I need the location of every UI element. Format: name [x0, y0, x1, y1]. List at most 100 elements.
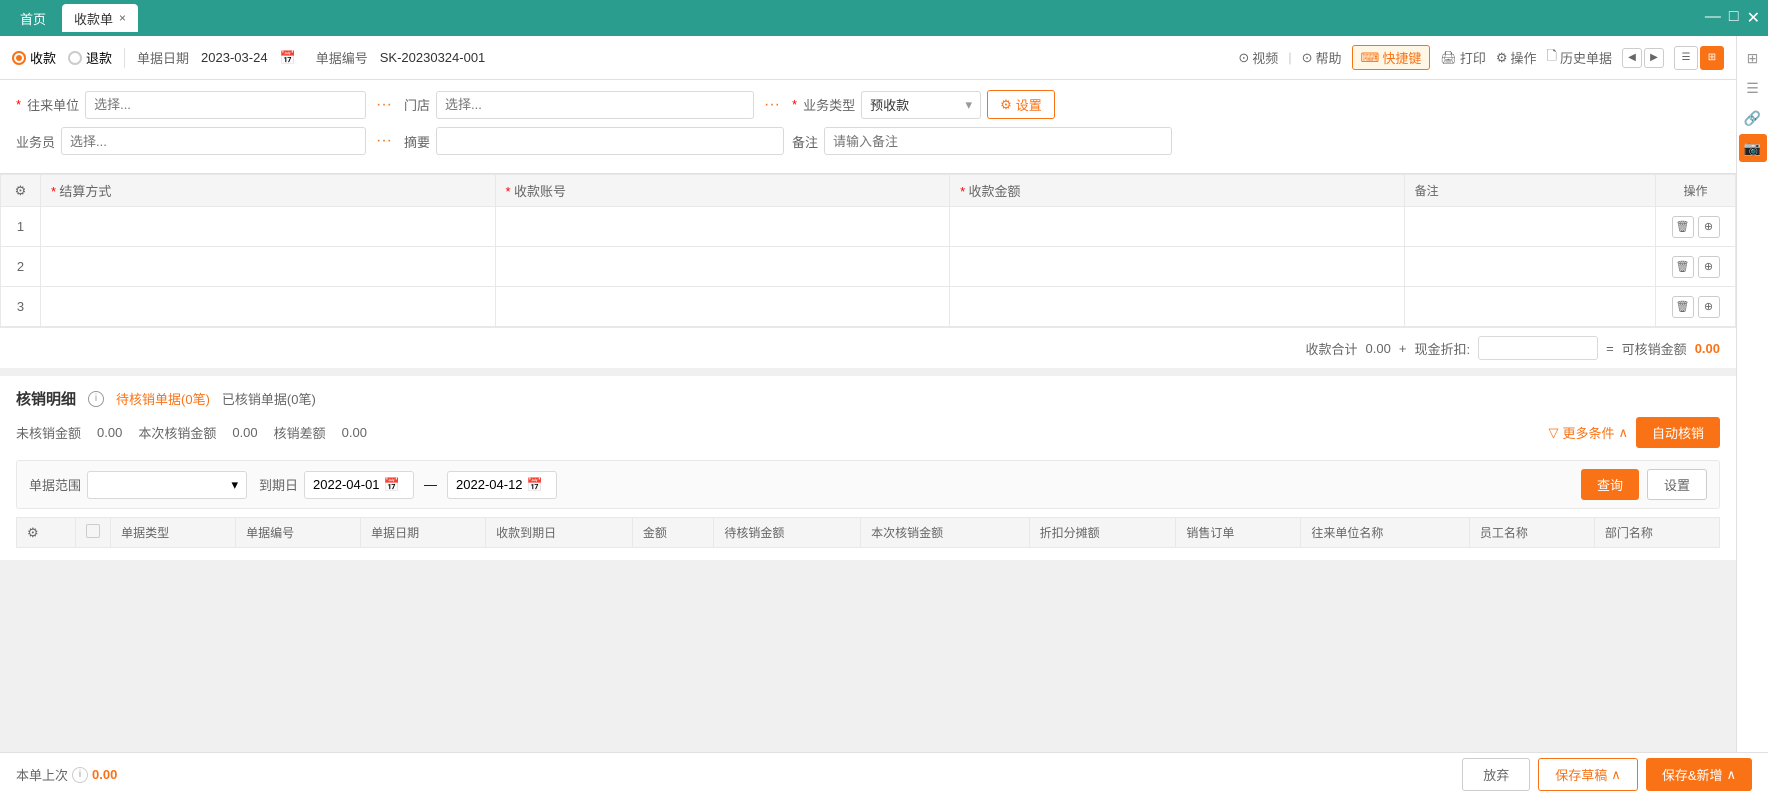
pending-tab[interactable]: 待核销单据(0笔) [116, 389, 210, 408]
footer-info-icon[interactable]: i [72, 767, 88, 783]
remark-input[interactable] [824, 127, 1172, 155]
sidebar-table-icon[interactable]: ⊞ [1739, 44, 1767, 72]
copy-row-3-btn[interactable]: ⊕ [1698, 296, 1720, 318]
sidebar-link-icon[interactable]: 🔗 [1739, 104, 1767, 132]
account-cell-2[interactable] [495, 247, 950, 287]
layout-list-btn[interactable]: ☰ [1674, 46, 1698, 70]
query-btn[interactable]: 查询 [1581, 469, 1639, 500]
staff-input-field[interactable] [70, 134, 357, 149]
receipt-radio-dot [12, 51, 26, 65]
delete-row-1-btn[interactable]: 🗑 [1672, 216, 1694, 238]
date-from-input[interactable]: 2022-04-01 📅 [304, 471, 414, 499]
verify-info-icon[interactable]: i [88, 391, 104, 407]
verify-table-header: ⚙ 单据类型 单据编号 单据日期 收款到期日 金额 待核销金额 本次核销金额 折… [17, 518, 1720, 548]
summary-input-field[interactable] [445, 134, 775, 149]
shop-input-field[interactable] [445, 97, 745, 112]
partner-more-btn[interactable]: ··· [372, 96, 396, 114]
staff-input[interactable] [61, 127, 366, 155]
copy-row-2-btn[interactable]: ⊕ [1698, 256, 1720, 278]
date-to-calendar-icon[interactable]: 📅 [527, 477, 543, 493]
next-arrow[interactable]: ▶ [1644, 48, 1664, 68]
video-btn[interactable]: ⊙ 视频 [1238, 48, 1278, 67]
delete-row-3-btn[interactable]: 🗑 [1672, 296, 1694, 318]
copy-row-1-btn[interactable]: ⊕ [1698, 216, 1720, 238]
op-cell-1: 🗑 ⊕ [1656, 207, 1736, 247]
due-date-header: 收款到期日 [486, 518, 633, 548]
partner-name-header: 往来单位名称 [1301, 518, 1469, 548]
date-to-input[interactable]: 2022-04-12 📅 [447, 471, 557, 499]
receipt-radio[interactable]: 收款 [12, 48, 56, 67]
remark-cell-1[interactable] [1404, 207, 1655, 247]
business-type-required: * [792, 97, 797, 112]
verify-stats-right: ▽ 更多条件 ∧ 自动核销 [1548, 417, 1720, 448]
print-btn[interactable]: 🖨 打印 [1440, 48, 1486, 67]
table-gear-icon[interactable]: ⚙ [15, 183, 27, 198]
select-all-checkbox[interactable] [86, 524, 100, 538]
doc-date-header: 单据日期 [361, 518, 486, 548]
shortcut-btn[interactable]: ⌨ 快捷键 [1352, 45, 1431, 70]
account-cell-3[interactable] [495, 287, 950, 327]
partner-input-field[interactable] [94, 97, 357, 112]
remark-cell-3[interactable] [1404, 287, 1655, 327]
filter-settings-btn[interactable]: 设置 [1647, 469, 1707, 500]
receipt-label: 收款 [30, 48, 56, 67]
prev-arrow[interactable]: ◀ [1622, 48, 1642, 68]
business-type-select[interactable]: 预收款 ▾ [861, 91, 981, 119]
maximize-icon[interactable]: □ [1729, 8, 1739, 28]
draft-btn[interactable]: 保存草稿 ∧ [1538, 758, 1638, 791]
settlement-cell-3[interactable] [41, 287, 496, 327]
amount-cell-3[interactable] [950, 287, 1405, 327]
more-conditions-btn[interactable]: ▽ 更多条件 ∧ [1548, 423, 1628, 442]
layout-btns: ☰ ⊞ [1674, 46, 1724, 70]
receipt-refund-toggle: 收款 退款 [12, 48, 112, 67]
settlement-cell-1[interactable] [41, 207, 496, 247]
tab-home-label: 首页 [20, 9, 46, 28]
filter-right: 查询 设置 [1581, 469, 1707, 500]
layout-grid-btn[interactable]: ⊞ [1700, 46, 1724, 70]
shop-more-btn[interactable]: ··· [760, 96, 784, 114]
partner-input[interactable] [85, 91, 366, 119]
amount-cell-2[interactable] [950, 247, 1405, 287]
account-cell-1[interactable] [495, 207, 950, 247]
tab-close-icon[interactable]: × [119, 11, 126, 25]
print-icon: 🖨 [1440, 50, 1457, 66]
history-btn[interactable]: 🗋 历史单据 [1547, 47, 1612, 69]
summary-input[interactable] [436, 127, 784, 155]
summary-label: 摘要 [404, 132, 430, 151]
range-select[interactable]: ▾ [87, 471, 247, 499]
close-icon[interactable]: ✕ [1747, 8, 1760, 28]
save-new-btn[interactable]: 保存&新增 ∧ [1646, 758, 1752, 791]
staff-more-btn[interactable]: ··· [372, 132, 396, 150]
settings-btn[interactable]: ⚙ 设置 [987, 90, 1055, 119]
discount-input[interactable] [1478, 336, 1598, 360]
minimize-icon[interactable]: — [1705, 8, 1721, 28]
tab-home[interactable]: 首页 [8, 4, 58, 32]
amount-cell-1[interactable] [950, 207, 1405, 247]
settlement-cell-2[interactable] [41, 247, 496, 287]
filter-row: 单据范围 ▾ 到期日 2022-04-01 📅 — 2022-04-12 📅 [16, 460, 1720, 509]
operation-header: 操作 [1656, 175, 1736, 207]
discard-btn[interactable]: 放弃 [1462, 758, 1530, 791]
sidebar-camera-icon[interactable]: 📷 [1739, 134, 1767, 162]
tab-receipt[interactable]: 收款单 × [62, 4, 138, 32]
summary-field: 摘要 [404, 127, 784, 155]
shop-input[interactable] [436, 91, 754, 119]
calendar-icon[interactable]: 📅 [280, 50, 296, 66]
sidebar-list-icon[interactable]: ☰ [1739, 74, 1767, 102]
remark-cell-2[interactable] [1404, 247, 1655, 287]
current-verify-header: 本次核销金额 [861, 518, 1029, 548]
delete-row-2-btn[interactable]: 🗑 [1672, 256, 1694, 278]
operate-btn[interactable]: ⚙ 操作 [1496, 48, 1537, 67]
help-btn[interactable]: ⊙ 帮助 [1302, 48, 1342, 67]
refund-radio[interactable]: 退款 [68, 48, 112, 67]
account-header: * 收款账号 [495, 175, 950, 207]
available-label: 可核销金额 [1622, 339, 1687, 358]
verify-gear-icon[interactable]: ⚙ [27, 525, 39, 540]
current-verify-value: 0.00 [232, 425, 257, 440]
date-from-calendar-icon[interactable]: 📅 [384, 477, 400, 493]
remark-input-field[interactable] [833, 134, 1163, 149]
range-label: 单据范围 [29, 475, 81, 494]
done-tab[interactable]: 已核销单据(0笔) [222, 389, 316, 408]
auto-verify-btn[interactable]: 自动核销 [1636, 417, 1720, 448]
form-area: * 往来单位 ··· 门店 ··· * 业务类型 预收款 ▾ [0, 80, 1736, 174]
